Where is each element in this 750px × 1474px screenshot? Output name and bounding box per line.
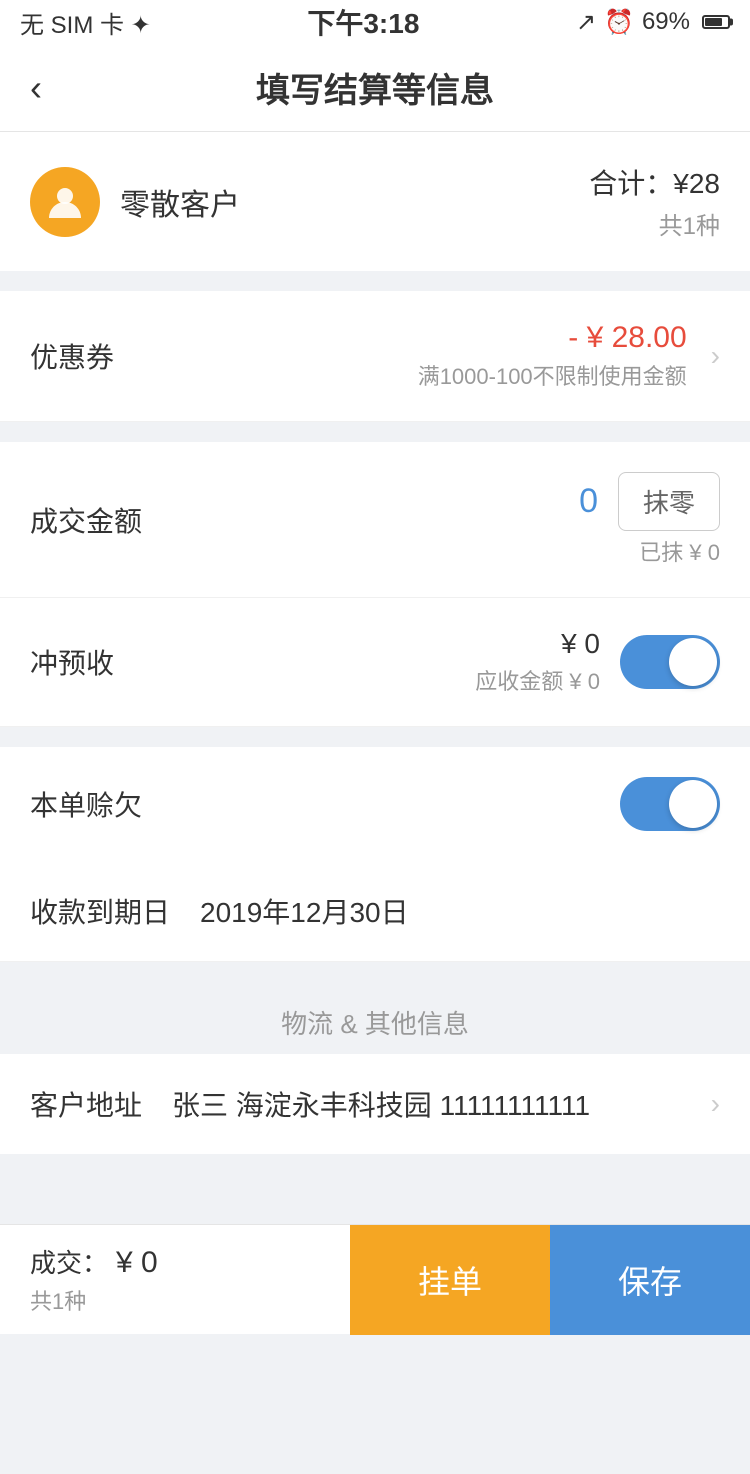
logistics-label: 物流 & 其他信息 xyxy=(281,1004,469,1041)
prepay-toggle[interactable] xyxy=(620,635,720,689)
prepay-main: ¥ 0 xyxy=(475,628,600,660)
address-chevron-icon: › xyxy=(711,1088,720,1120)
customer-name: 零散客户 xyxy=(120,180,240,224)
location-icon: ↗ xyxy=(576,8,596,37)
sim-label: 无 SIM 卡 ✦ xyxy=(20,5,151,40)
coupon-row[interactable]: 优惠券 - ¥ 28.00 满1000-100不限制使用金额 › xyxy=(0,291,750,422)
coupon-right: - ¥ 28.00 满1000-100不限制使用金额 › xyxy=(418,321,720,391)
customer-avatar xyxy=(30,167,100,237)
section-divider-3 xyxy=(0,727,750,747)
footer-deal-amount: ¥ 0 xyxy=(116,1246,158,1280)
battery-icon xyxy=(702,15,730,29)
status-time: 下午3:18 xyxy=(307,2,419,42)
prepay-amounts: ¥ 0 应收金额 ¥ 0 xyxy=(475,628,600,696)
status-right: ↗ ⏰ 69% xyxy=(576,8,730,37)
customer-left: 零散客户 xyxy=(30,167,240,237)
prepay-right: ¥ 0 应收金额 ¥ 0 xyxy=(475,628,720,696)
footer-count: 共1种 xyxy=(30,1284,320,1316)
transaction-sub: 已抹 ¥ 0 xyxy=(639,535,720,567)
prepay-sub: 应收金额 ¥ 0 xyxy=(475,664,600,696)
prepay-row: 冲预收 ¥ 0 应收金额 ¥ 0 xyxy=(0,598,750,727)
arrears-toggle-knob xyxy=(669,780,717,828)
arrears-toggle[interactable] xyxy=(620,777,720,831)
hold-button[interactable]: 挂单 xyxy=(350,1225,550,1335)
status-bar: 无 SIM 卡 ✦ 下午3:18 ↗ ⏰ 69% xyxy=(0,0,750,44)
customer-total: 合计：¥28 xyxy=(589,162,720,202)
round-button[interactable]: 抹零 xyxy=(618,472,720,531)
due-date-value: 2019年12月30日 xyxy=(200,891,409,931)
transaction-label: 成交金额 xyxy=(30,500,142,540)
footer-info: 成交： ¥ 0 共1种 xyxy=(0,1243,350,1316)
logistics-section-header: 物流 & 其他信息 xyxy=(0,992,750,1052)
customer-row[interactable]: 零散客户 合计：¥28 共1种 xyxy=(0,132,750,271)
page-title: 填写结算等信息 xyxy=(256,63,494,112)
address-value: 张三 海淀永丰科技园 11111111111 xyxy=(172,1084,703,1124)
customer-count: 共1种 xyxy=(589,206,720,241)
coupon-desc: 满1000-100不限制使用金额 xyxy=(418,359,687,391)
transaction-value[interactable]: 0 xyxy=(538,482,598,521)
chevron-right-icon: › xyxy=(711,340,720,372)
arrears-row: 本单赊欠 xyxy=(0,747,750,861)
section-divider-4 xyxy=(0,962,750,992)
customer-summary: 合计：¥28 共1种 xyxy=(589,162,720,241)
footer-deal-prefix: 成交： xyxy=(30,1243,108,1280)
transaction-right: 0 抹零 已抹 ¥ 0 xyxy=(538,472,720,567)
footer-deal-row: 成交： ¥ 0 xyxy=(30,1243,320,1280)
coupon-label: 优惠券 xyxy=(30,336,114,376)
save-button[interactable]: 保存 xyxy=(550,1225,750,1335)
transaction-input-area: 0 抹零 xyxy=(538,472,720,531)
nav-bar: ‹ 填写结算等信息 xyxy=(0,44,750,132)
due-date-row[interactable]: 收款到期日 2019年12月30日 xyxy=(0,861,750,962)
status-left: 无 SIM 卡 ✦ xyxy=(20,5,151,40)
section-divider-1 xyxy=(0,271,750,291)
section-divider-2 xyxy=(0,422,750,442)
prepay-label: 冲预收 xyxy=(30,642,114,682)
address-row[interactable]: 客户地址 张三 海淀永丰科技园 11111111111 › xyxy=(0,1054,750,1154)
back-button[interactable]: ‹ xyxy=(30,67,42,109)
transaction-row: 成交金额 0 抹零 已抹 ¥ 0 xyxy=(0,442,750,598)
coupon-content: - ¥ 28.00 满1000-100不限制使用金额 xyxy=(418,321,687,391)
address-label: 客户地址 xyxy=(30,1084,142,1124)
footer: 成交： ¥ 0 共1种 挂单 保存 xyxy=(0,1224,750,1334)
coupon-amount: - ¥ 28.00 xyxy=(418,321,687,355)
battery-label: 69% xyxy=(642,8,690,36)
toggle-knob xyxy=(669,638,717,686)
due-date-label: 收款到期日 xyxy=(30,891,170,931)
arrears-label: 本单赊欠 xyxy=(30,784,142,824)
alarm-icon: ⏰ xyxy=(604,8,634,37)
